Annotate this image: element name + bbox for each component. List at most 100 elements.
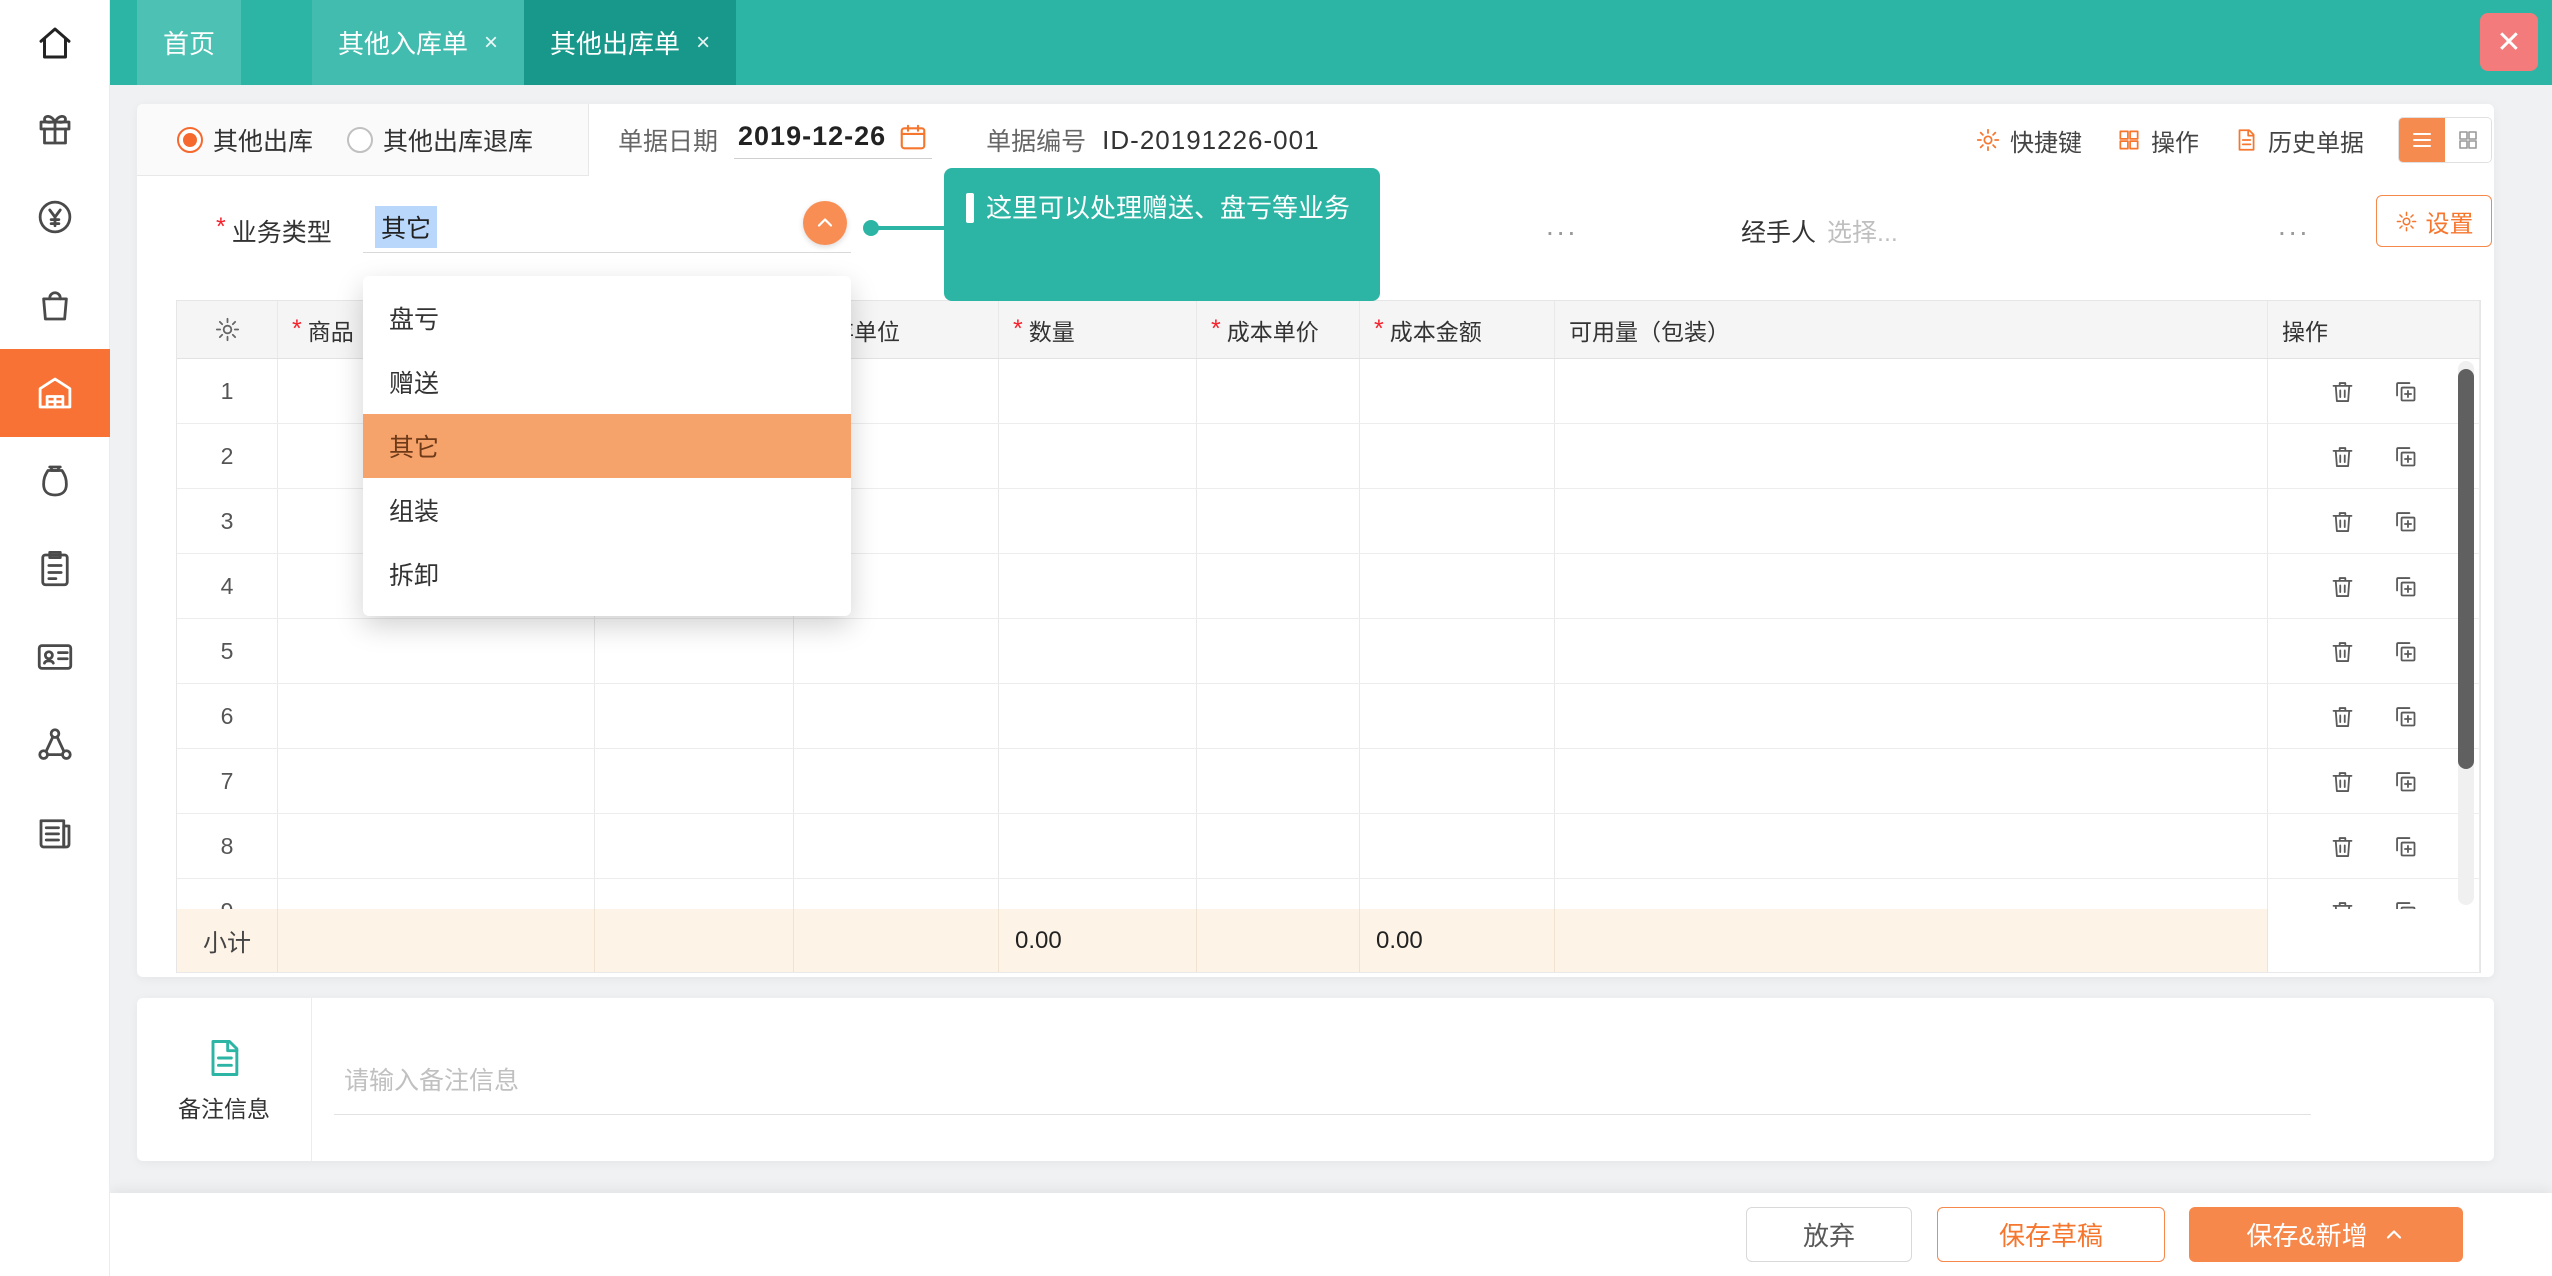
copy-row-icon[interactable] <box>2392 703 2419 730</box>
table-cell[interactable] <box>1197 684 1360 748</box>
column-settings-button[interactable] <box>177 301 278 358</box>
table-cell[interactable] <box>1360 554 1555 618</box>
table-cell[interactable] <box>278 814 595 878</box>
table-cell[interactable] <box>999 554 1197 618</box>
delete-row-icon[interactable] <box>2329 508 2356 535</box>
table-cell[interactable] <box>278 879 595 909</box>
copy-row-icon[interactable] <box>2392 833 2419 860</box>
table-cell[interactable] <box>1197 489 1360 553</box>
table-cell[interactable] <box>1360 619 1555 683</box>
scrollbar-thumb[interactable] <box>2458 369 2474 769</box>
table-cell[interactable] <box>278 684 595 748</box>
delete-row-icon[interactable] <box>2329 573 2356 600</box>
table-cell[interactable] <box>1360 424 1555 488</box>
doc-date-input[interactable]: 2019-12-26 <box>734 121 933 159</box>
report-icon[interactable] <box>0 789 110 877</box>
table-cell[interactable] <box>1555 554 2268 618</box>
gift-icon[interactable] <box>0 85 110 173</box>
table-cell[interactable] <box>278 619 595 683</box>
table-cell[interactable] <box>999 814 1197 878</box>
save-and-new-button[interactable]: 保存&新增 <box>2189 1207 2463 1262</box>
delete-row-icon[interactable] <box>2329 443 2356 470</box>
table-cell[interactable] <box>1555 749 2268 813</box>
table-cell[interactable] <box>1555 424 2268 488</box>
table-cell[interactable] <box>999 684 1197 748</box>
delete-row-icon[interactable] <box>2329 768 2356 795</box>
home-icon[interactable] <box>0 0 110 85</box>
shortcut-keys-button[interactable]: 快捷键 <box>1975 123 2082 158</box>
table-cell[interactable] <box>1197 749 1360 813</box>
table-cell[interactable] <box>595 814 794 878</box>
delete-row-icon[interactable] <box>2329 833 2356 860</box>
relation-icon[interactable] <box>0 701 110 789</box>
ellipsis-more[interactable]: ... <box>2278 210 2310 242</box>
table-cell[interactable] <box>278 749 595 813</box>
inventory-icon[interactable] <box>0 525 110 613</box>
warehouse-icon[interactable] <box>0 349 110 437</box>
grid-view-toggle[interactable] <box>2445 118 2491 162</box>
history-docs-button[interactable]: 历史单据 <box>2233 123 2364 158</box>
table-cell[interactable] <box>794 684 999 748</box>
table-cell[interactable] <box>794 814 999 878</box>
table-cell[interactable] <box>595 684 794 748</box>
copy-row-icon[interactable] <box>2392 768 2419 795</box>
table-cell[interactable] <box>1360 489 1555 553</box>
table-cell[interactable] <box>1360 879 1555 909</box>
table-cell[interactable] <box>1555 359 2268 423</box>
table-cell[interactable] <box>1360 814 1555 878</box>
dropdown-option[interactable]: 赠送 <box>363 350 851 414</box>
remarks-input[interactable]: 请输入备注信息 <box>334 1043 2311 1115</box>
ellipsis-more[interactable]: ... <box>1546 210 1578 242</box>
table-cell[interactable] <box>1360 749 1555 813</box>
settings-button[interactable]: 设置 <box>2376 195 2492 247</box>
table-cell[interactable] <box>1197 359 1360 423</box>
table-cell[interactable] <box>1197 424 1360 488</box>
table-cell[interactable] <box>794 879 999 909</box>
card-icon[interactable] <box>0 613 110 701</box>
tab-other-inbound[interactable]: 其他入库单 × <box>312 0 525 85</box>
delete-row-icon[interactable] <box>2329 703 2356 730</box>
table-cell[interactable] <box>999 879 1197 909</box>
table-cell[interactable] <box>794 749 999 813</box>
radio-other-outbound[interactable]: 其他出库 <box>177 122 313 158</box>
copy-row-icon[interactable] <box>2392 573 2419 600</box>
dropdown-option[interactable]: 其它 <box>363 414 851 478</box>
tab-close-icon[interactable]: × <box>696 29 710 57</box>
table-cell[interactable] <box>595 619 794 683</box>
table-cell[interactable] <box>999 749 1197 813</box>
operations-button[interactable]: 操作 <box>2116 123 2199 158</box>
copy-row-icon[interactable] <box>2392 443 2419 470</box>
save-draft-button[interactable]: 保存草稿 <box>1937 1207 2165 1262</box>
list-view-toggle[interactable] <box>2399 118 2445 162</box>
copy-row-icon[interactable] <box>2392 508 2419 535</box>
copy-row-icon[interactable] <box>2392 378 2419 405</box>
table-cell[interactable] <box>1197 814 1360 878</box>
window-close-button[interactable]: ✕ <box>2480 13 2538 71</box>
table-cell[interactable] <box>1197 554 1360 618</box>
table-cell[interactable] <box>999 359 1197 423</box>
delete-row-icon[interactable] <box>2329 378 2356 405</box>
table-cell[interactable] <box>1555 684 2268 748</box>
table-cell[interactable] <box>1555 619 2268 683</box>
table-cell[interactable] <box>1555 814 2268 878</box>
business-type-input[interactable]: 其它 <box>363 201 851 253</box>
copy-row-icon[interactable] <box>2392 898 2419 910</box>
table-cell[interactable] <box>595 879 794 909</box>
discard-button[interactable]: 放弃 <box>1746 1207 1912 1262</box>
table-cell[interactable] <box>1197 619 1360 683</box>
jar-icon[interactable] <box>0 437 110 525</box>
table-scrollbar[interactable] <box>2458 361 2474 905</box>
tab-other-outbound[interactable]: 其他出库单 × <box>524 0 737 85</box>
calendar-icon[interactable] <box>898 122 928 152</box>
table-cell[interactable] <box>1360 684 1555 748</box>
dropdown-option[interactable]: 拆卸 <box>363 542 851 606</box>
table-cell[interactable] <box>794 619 999 683</box>
finance-icon[interactable] <box>0 173 110 261</box>
table-cell[interactable] <box>1555 489 2268 553</box>
copy-row-icon[interactable] <box>2392 638 2419 665</box>
table-cell[interactable] <box>999 489 1197 553</box>
tab-close-icon[interactable]: × <box>484 29 498 57</box>
purchase-bag-icon[interactable] <box>0 261 110 349</box>
table-cell[interactable] <box>1360 359 1555 423</box>
table-cell[interactable] <box>1555 879 2268 909</box>
